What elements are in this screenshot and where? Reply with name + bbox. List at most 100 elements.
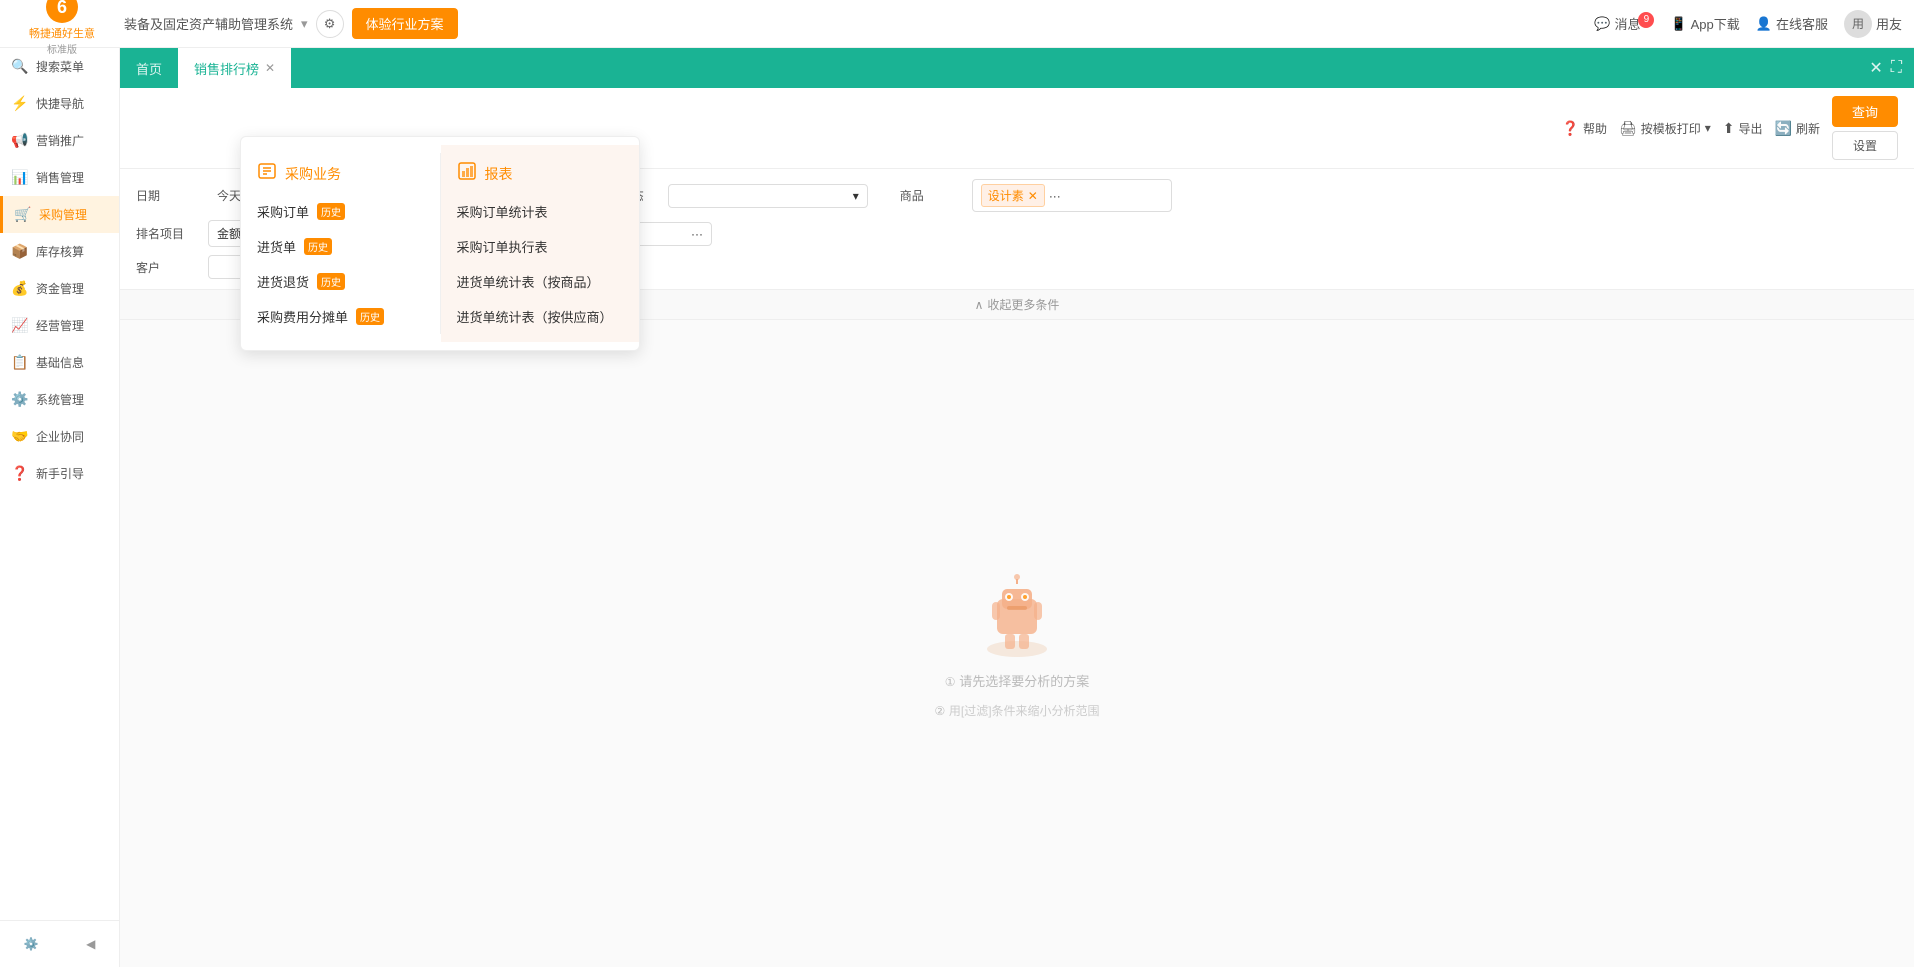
customer-filter-label: 客户 bbox=[136, 259, 196, 276]
sidebar-settings-button[interactable]: ⚙️ bbox=[12, 929, 51, 959]
app-container: 6 畅捷通好生意 标准版 装备及固定资产辅助管理系统 ▾ ⚙ 体验行业方案 💬 … bbox=[0, 0, 1914, 967]
sidebar-item-sys-mgmt[interactable]: ⚙️ 系统管理 bbox=[0, 381, 119, 418]
help-icon: ❓ bbox=[1562, 120, 1579, 137]
export-button[interactable]: ⬆ 导出 bbox=[1723, 120, 1763, 137]
message-button[interactable]: 💬 消息 9 bbox=[1594, 14, 1654, 33]
sidebar: 🔍 搜索菜单 ⚡ 快捷导航 📢 营销推广 📊 销售管理 🛒 采购管理 bbox=[0, 48, 120, 967]
search-icon: 🔍 bbox=[12, 59, 28, 75]
print-button[interactable]: 🖨 按模板打印 ▾ bbox=[1619, 120, 1711, 137]
logo-sub: 标准版 bbox=[47, 41, 77, 56]
sidebar-item-marketing[interactable]: 📢 营销推广 bbox=[0, 122, 119, 159]
collapse-icon: ◀ bbox=[86, 937, 95, 951]
sidebar-item-inventory[interactable]: 📦 库存核算 bbox=[0, 233, 119, 270]
sidebar-bottom: ⚙️ ◀ bbox=[0, 920, 119, 967]
user-avatar: 用 bbox=[1844, 10, 1872, 38]
menu-section-purchase: 采购业务 采购订单 历史 进货单 历史 进货退货 历史 bbox=[241, 145, 440, 342]
sidebar-collapse-button[interactable]: ◀ bbox=[74, 929, 107, 959]
goods-more[interactable]: ··· bbox=[1049, 189, 1061, 203]
tab-close-all-button[interactable]: ✕ bbox=[1869, 58, 1882, 78]
logo-text: 畅捷通好生意 bbox=[29, 25, 95, 41]
export-icon: ⬆ bbox=[1723, 120, 1735, 137]
menu-section-title-purchase: 采购业务 bbox=[241, 153, 440, 194]
sidebar-item-sales[interactable]: 📊 销售管理 bbox=[0, 159, 119, 196]
main-area: 🔍 搜索菜单 ⚡ 快捷导航 📢 营销推广 📊 销售管理 🛒 采购管理 bbox=[0, 48, 1914, 967]
sidebar-item-enterprise[interactable]: 🤝 企业协同 bbox=[0, 418, 119, 455]
receipt-history-badge: 历史 bbox=[304, 238, 332, 255]
enterprise-icon: 🤝 bbox=[12, 429, 28, 445]
service-icon: 👤 bbox=[1756, 16, 1772, 32]
goods-filter-label: 商品 bbox=[900, 187, 960, 204]
top-right: 💬 消息 9 📱 App下载 👤 在线客服 用 用友 bbox=[1594, 10, 1902, 38]
empty-hint-1: ① 请先选择要分析的方案 bbox=[945, 671, 1089, 690]
main-content: ① 请先选择要分析的方案 ② 用[过滤]条件来缩小分析范围 bbox=[120, 320, 1914, 967]
sidebar-item-new-guide[interactable]: ❓ 新手引导 bbox=[0, 455, 119, 492]
goods-input[interactable]: 设计素 ✕ ··· bbox=[972, 179, 1172, 212]
empty-hint-2: ② 用[过滤]条件来缩小分析范围 bbox=[934, 702, 1099, 719]
basic-info-icon: 📋 bbox=[12, 355, 28, 371]
menu-item-purchase-return[interactable]: 进货退货 历史 bbox=[241, 264, 440, 299]
menu-item-order-stat[interactable]: 采购订单统计表 bbox=[441, 194, 640, 229]
menu-item-purchase-expense[interactable]: 采购费用分摊单 历史 bbox=[241, 299, 440, 334]
sidebar-item-quick-nav[interactable]: ⚡ 快捷导航 bbox=[0, 85, 119, 122]
user-menu-button[interactable]: 用 用友 bbox=[1844, 10, 1902, 38]
top-middle: 装备及固定资产辅助管理系统 ▾ ⚙ 体验行业方案 bbox=[112, 8, 1594, 39]
sidebar-nav: 🔍 搜索菜单 ⚡ 快捷导航 📢 营销推广 📊 销售管理 🛒 采购管理 bbox=[0, 48, 119, 920]
sales-icon: 📊 bbox=[12, 170, 28, 186]
goods-tag-close[interactable]: ✕ bbox=[1028, 189, 1038, 203]
tab-maximize-button[interactable]: ⛶ bbox=[1891, 59, 1902, 77]
tab-home[interactable]: 首页 bbox=[120, 48, 178, 88]
sys-dropdown-arrow[interactable]: ▾ bbox=[301, 16, 308, 32]
sidebar-item-basic-info[interactable]: 📋 基础信息 bbox=[0, 344, 119, 381]
salesman-more[interactable]: ··· bbox=[691, 227, 703, 241]
status-input[interactable]: ▾ bbox=[668, 184, 868, 208]
gear-icon: ⚙️ bbox=[24, 937, 39, 951]
reports-section-icon bbox=[457, 161, 477, 186]
purchase-section-icon bbox=[257, 161, 277, 186]
tab-sales-rank[interactable]: 销售排行榜 ✕ bbox=[178, 48, 291, 88]
empty-state: ① 请先选择要分析的方案 ② 用[过滤]条件来缩小分析范围 bbox=[934, 569, 1099, 719]
quick-nav-icon: ⚡ bbox=[12, 96, 28, 112]
sys-title: 装备及固定资产辅助管理系统 bbox=[124, 14, 293, 33]
tab-bar: 首页 销售排行榜 ✕ ✕ ⛶ bbox=[120, 48, 1914, 88]
content-area: 首页 销售排行榜 ✕ ✕ ⛶ ❓ 帮助 🖨 bbox=[120, 48, 1914, 967]
sidebar-item-purchase[interactable]: 🛒 采购管理 bbox=[0, 196, 119, 233]
mobile-icon: 📱 bbox=[1670, 16, 1686, 32]
sidebar-item-finance[interactable]: 💰 资金管理 bbox=[0, 270, 119, 307]
app-download-button[interactable]: 📱 App下载 bbox=[1670, 14, 1739, 33]
industry-solution-button[interactable]: 体验行业方案 bbox=[352, 8, 458, 39]
rank-filter-label: 排名项目 bbox=[136, 225, 196, 242]
online-service-button[interactable]: 👤 在线客服 bbox=[1756, 14, 1828, 33]
menu-item-receipt-stat-supplier[interactable]: 进货单统计表（按供应商） bbox=[441, 299, 640, 334]
tab-close-button[interactable]: ✕ bbox=[265, 61, 275, 75]
logo-area: 6 畅捷通好生意 标准版 bbox=[12, 0, 112, 56]
top-bar: 6 畅捷通好生意 标准版 装备及固定资产辅助管理系统 ▾ ⚙ 体验行业方案 💬 … bbox=[0, 0, 1914, 48]
menu-item-receipt-stat-goods[interactable]: 进货单统计表（按商品） bbox=[441, 264, 640, 299]
sidebar-item-operations[interactable]: 📈 经营管理 bbox=[0, 307, 119, 344]
refresh-button[interactable]: 🔄 刷新 bbox=[1775, 120, 1820, 137]
date-filter-label: 日期 bbox=[136, 187, 196, 204]
collapse-up-icon: ∧ bbox=[975, 298, 984, 312]
return-history-badge: 历史 bbox=[317, 273, 345, 290]
purchase-icon: 🛒 bbox=[15, 207, 31, 223]
empty-illustration bbox=[972, 569, 1062, 659]
menu-item-purchase-order[interactable]: 采购订单 历史 bbox=[241, 194, 440, 229]
query-button[interactable]: 查询 bbox=[1832, 96, 1898, 127]
sys-mgmt-icon: ⚙️ bbox=[12, 392, 28, 408]
status-dropdown-icon: ▾ bbox=[853, 189, 859, 203]
message-badge: 9 bbox=[1638, 12, 1654, 28]
menu-item-order-exec[interactable]: 采购订单执行表 bbox=[441, 229, 640, 264]
menu-item-purchase-receipt[interactable]: 进货单 历史 bbox=[241, 229, 440, 264]
sys-settings-button[interactable]: ⚙ bbox=[316, 10, 344, 38]
goods-tag: 设计素 ✕ bbox=[981, 184, 1045, 207]
operations-icon: 📈 bbox=[12, 318, 28, 334]
expense-history-badge: 历史 bbox=[356, 308, 384, 325]
print-dropdown-icon[interactable]: ▾ bbox=[1705, 121, 1711, 135]
inventory-icon: 📦 bbox=[12, 244, 28, 260]
refresh-icon: 🔄 bbox=[1775, 120, 1792, 137]
finance-icon: 💰 bbox=[12, 281, 28, 297]
filter-settings-button[interactable]: 设置 bbox=[1832, 131, 1898, 160]
guide-icon: ❓ bbox=[12, 466, 28, 482]
marketing-icon: 📢 bbox=[12, 133, 28, 149]
help-button[interactable]: ❓ 帮助 bbox=[1562, 120, 1607, 137]
menu-section-title-reports: 报表 bbox=[441, 153, 640, 194]
